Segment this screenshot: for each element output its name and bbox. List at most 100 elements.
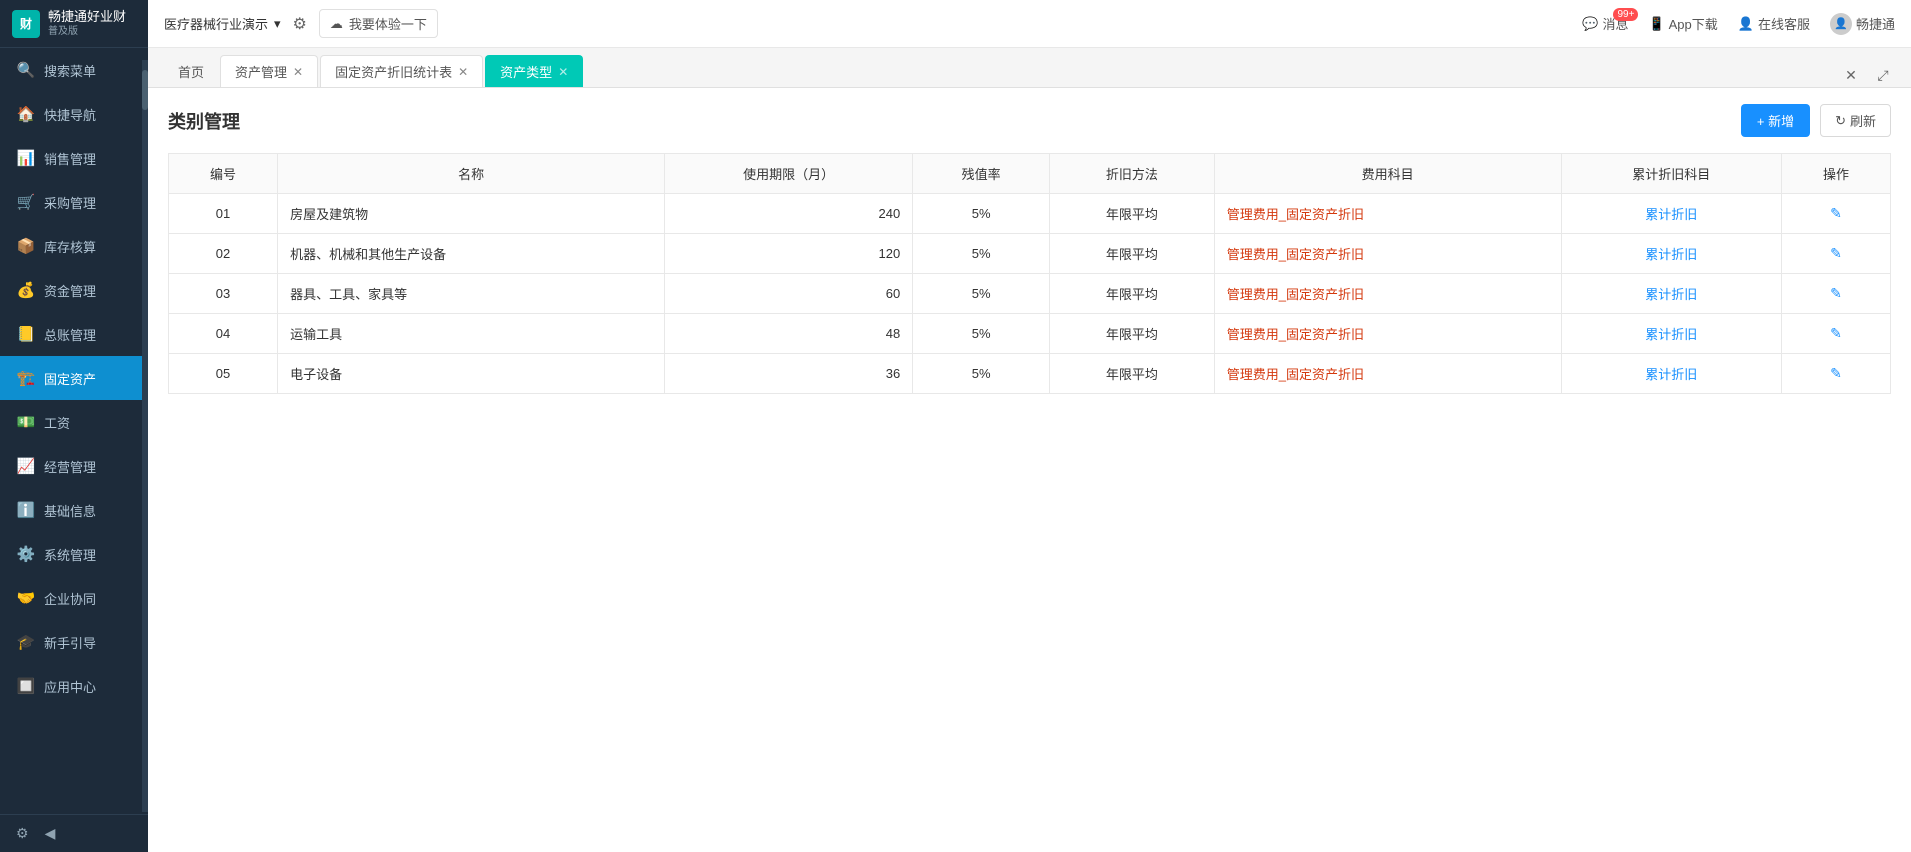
ledger-icon: 📒 — [16, 324, 36, 344]
logo-icon: 财 — [12, 10, 40, 38]
operation-icon: 📈 — [16, 456, 36, 476]
capital-icon: 💰 — [16, 280, 36, 300]
sidebar-item-ledger[interactable]: 📒 总账管理 — [0, 312, 148, 356]
logo-text: 畅捷通好业财 普及版 — [48, 9, 126, 39]
data-table: 编号名称使用期限（月）残值率折旧方法费用科目累计折旧科目操作 01 房屋及建筑物… — [168, 153, 1891, 394]
sidebar-logo: 财 畅捷通好业财 普及版 — [0, 0, 148, 48]
topbar-right: 💬 消息 99+ 📱 App下载 👤 在线客服 👤 畅捷通 — [1582, 13, 1895, 35]
cell-method: 年限平均 — [1050, 194, 1215, 234]
cell-code: 05 — [169, 354, 278, 394]
sidebar-item-operation[interactable]: 📈 经营管理 — [0, 444, 148, 488]
messages-item[interactable]: 💬 消息 99+ — [1582, 14, 1628, 33]
payroll-icon: 💵 — [16, 412, 36, 432]
collab-icon: 🤝 — [16, 588, 36, 608]
app-download-item[interactable]: 📱 App下载 — [1648, 14, 1717, 33]
cell-name: 房屋及建筑物 — [278, 194, 665, 234]
cell-accum: 累计折旧 — [1561, 274, 1781, 314]
sidebar-item-label: 快捷导航 — [44, 105, 96, 124]
sidebar-item-label: 新手引导 — [44, 633, 96, 652]
sidebar-item-basic[interactable]: ℹ️ 基础信息 — [0, 488, 148, 532]
cell-method: 年限平均 — [1050, 314, 1215, 354]
collapse-icon[interactable]: ◀ — [45, 825, 56, 842]
sidebar-item-appcenter[interactable]: 🔲 应用中心 — [0, 664, 148, 708]
cell-subject: 管理费用_固定资产折旧 — [1214, 354, 1561, 394]
cell-accum: 累计折旧 — [1561, 194, 1781, 234]
sidebar-item-collab[interactable]: 🤝 企业协同 — [0, 576, 148, 620]
tabbar: 首页 资产管理 ✕ 固定资产折旧统计表 ✕ 资产类型 ✕ ✕ ⤢ — [148, 48, 1911, 88]
cell-action: ✎ — [1781, 194, 1890, 234]
sidebar-item-search[interactable]: 🔍 搜索菜单 — [0, 48, 148, 92]
cell-subject: 管理费用_固定资产折旧 — [1214, 274, 1561, 314]
cell-action: ✎ — [1781, 274, 1890, 314]
tab-home[interactable]: 首页 — [164, 55, 218, 87]
edit-icon[interactable]: ✎ — [1830, 325, 1842, 341]
tab-label: 首页 — [178, 62, 204, 81]
user-item[interactable]: 👤 畅捷通 — [1830, 13, 1895, 35]
sidebar-item-label: 企业协同 — [44, 589, 96, 608]
edit-icon[interactable]: ✎ — [1830, 365, 1842, 381]
sidebar-item-capital[interactable]: 💰 资金管理 — [0, 268, 148, 312]
sidebar-item-label: 搜索菜单 — [44, 61, 96, 80]
cell-subject: 管理费用_固定资产折旧 — [1214, 234, 1561, 274]
sidebar-item-system[interactable]: ⚙️ 系统管理 — [0, 532, 148, 576]
cell-rate: 5% — [913, 274, 1050, 314]
experience-button[interactable]: ☁ 我要体验一下 — [319, 9, 438, 38]
sidebar-item-purchase[interactable]: 🛒 采购管理 — [0, 180, 148, 224]
sidebar-item-payroll[interactable]: 💵 工资 — [0, 400, 148, 444]
sidebar-item-label: 资金管理 — [44, 281, 96, 300]
tab-close-icon[interactable]: ✕ — [293, 65, 303, 79]
settings-button[interactable]: ⚙ — [293, 14, 307, 34]
cell-action: ✎ — [1781, 234, 1890, 274]
tab-label: 资产管理 — [235, 62, 287, 81]
table-col-header: 名称 — [278, 154, 665, 194]
cell-method: 年限平均 — [1050, 234, 1215, 274]
maximize-button[interactable]: ⤢ — [1871, 63, 1895, 87]
tab-label: 资产类型 — [500, 62, 552, 81]
tab-close-icon[interactable]: ✕ — [458, 65, 468, 79]
sidebar-item-label: 固定资产 — [44, 369, 96, 388]
cell-accum: 累计折旧 — [1561, 354, 1781, 394]
topbar-title[interactable]: 医疗器械行业演示 ▾ — [164, 14, 281, 33]
sidebar-item-fixedasset[interactable]: 🏗️ 固定资产 — [0, 356, 148, 400]
edit-icon[interactable]: ✎ — [1830, 245, 1842, 261]
tab-close-icon[interactable]: ✕ — [558, 65, 568, 79]
cell-period: 48 — [665, 314, 913, 354]
tab-asset-type[interactable]: 资产类型 ✕ — [485, 55, 583, 87]
fixedasset-icon: 🏗️ — [16, 368, 36, 388]
sidebar-item-quicknav[interactable]: 🏠 快捷导航 — [0, 92, 148, 136]
table-row: 05 电子设备 36 5% 年限平均 管理费用_固定资产折旧 累计折旧 ✎ — [169, 354, 1891, 394]
cell-rate: 5% — [913, 194, 1050, 234]
search-icon: 🔍 — [16, 60, 36, 80]
customer-service-item[interactable]: 👤 在线客服 — [1738, 14, 1810, 33]
sidebar-item-sales[interactable]: 📊 销售管理 — [0, 136, 148, 180]
sidebar-item-guide[interactable]: 🎓 新手引导 — [0, 620, 148, 664]
table-col-header: 累计折旧科目 — [1561, 154, 1781, 194]
sidebar-item-inventory[interactable]: 📦 库存核算 — [0, 224, 148, 268]
settings-icon[interactable]: ⚙ — [16, 825, 29, 842]
edit-icon[interactable]: ✎ — [1830, 205, 1842, 221]
cell-code: 03 — [169, 274, 278, 314]
guide-icon: 🎓 — [16, 632, 36, 652]
cell-name: 器具、工具、家具等 — [278, 274, 665, 314]
table-col-header: 编号 — [169, 154, 278, 194]
topbar: 医疗器械行业演示 ▾ ⚙ ☁ 我要体验一下 💬 消息 99+ 📱 App下载 👤… — [148, 0, 1911, 48]
sidebar-footer: ⚙ ◀ — [0, 814, 148, 852]
table-row: 01 房屋及建筑物 240 5% 年限平均 管理费用_固定资产折旧 累计折旧 ✎ — [169, 194, 1891, 234]
close-tab-button[interactable]: ✕ — [1839, 63, 1863, 87]
sidebar-item-label: 销售管理 — [44, 149, 96, 168]
appcenter-icon: 🔲 — [16, 676, 36, 696]
cell-accum: 累计折旧 — [1561, 234, 1781, 274]
edit-icon[interactable]: ✎ — [1830, 285, 1842, 301]
tab-depreciation[interactable]: 固定资产折旧统计表 ✕ — [320, 55, 483, 87]
table-col-header: 操作 — [1781, 154, 1890, 194]
main-content: 医疗器械行业演示 ▾ ⚙ ☁ 我要体验一下 💬 消息 99+ 📱 App下载 👤… — [148, 0, 1911, 852]
tab-asset-mgmt[interactable]: 资产管理 ✕ — [220, 55, 318, 87]
sidebar-item-label: 工资 — [44, 413, 70, 432]
new-button[interactable]: + 新增 — [1741, 104, 1810, 137]
refresh-button[interactable]: ↻ 刷新 — [1820, 104, 1891, 137]
table-col-header: 费用科目 — [1214, 154, 1561, 194]
cell-name: 电子设备 — [278, 354, 665, 394]
cell-name: 机器、机械和其他生产设备 — [278, 234, 665, 274]
cell-rate: 5% — [913, 234, 1050, 274]
cell-period: 240 — [665, 194, 913, 234]
